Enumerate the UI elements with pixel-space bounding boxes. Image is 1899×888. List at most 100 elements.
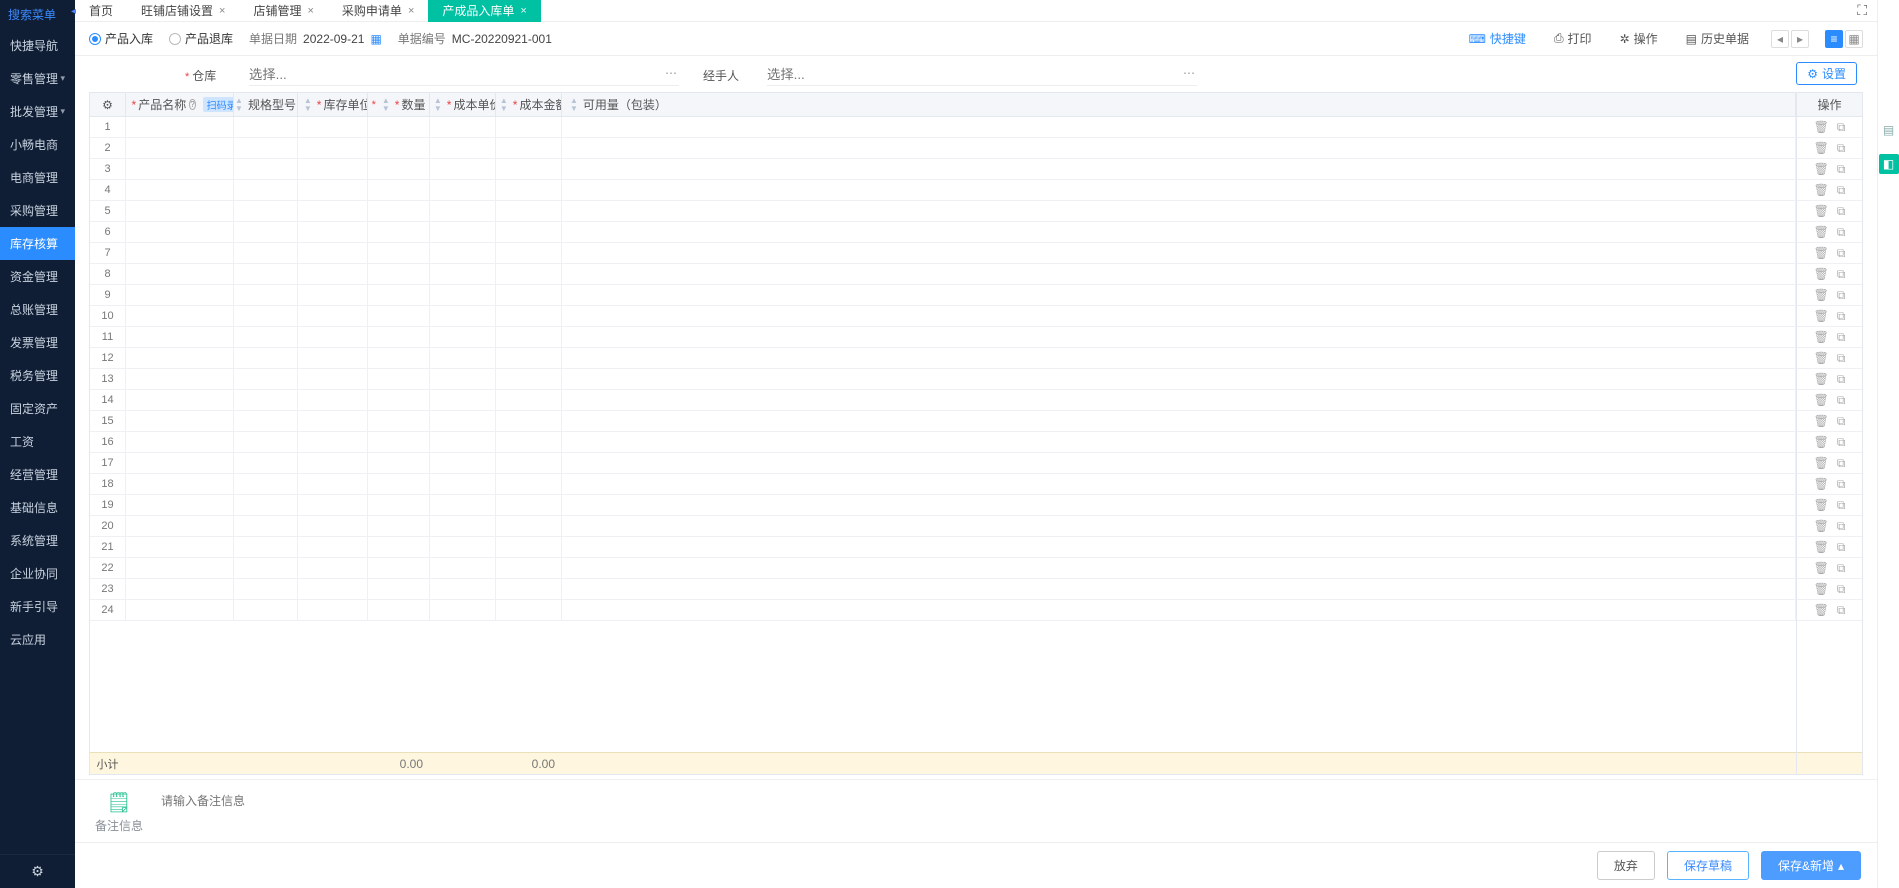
save-draft-button[interactable]: 保存草稿	[1667, 851, 1749, 880]
table-row[interactable]: 17	[90, 453, 1796, 474]
cell-avail[interactable]	[562, 222, 1796, 242]
cell-avail[interactable]	[562, 243, 1796, 263]
rail-tag-icon[interactable]: ◧	[1879, 154, 1899, 174]
col-product[interactable]: ▲▼产品名称?扫码录入	[126, 93, 234, 116]
cell-product[interactable]	[126, 558, 234, 578]
cell-qty[interactable]	[368, 285, 430, 305]
close-icon[interactable]: ×	[219, 0, 225, 22]
sidebar-item-10[interactable]: 税务管理	[0, 359, 75, 392]
cell-spec[interactable]	[234, 495, 298, 515]
copy-row-icon[interactable]: ⧉	[1837, 330, 1846, 345]
prev-doc-button[interactable]: ◂	[1771, 30, 1789, 48]
cell-amount[interactable]	[496, 201, 562, 221]
cell-spec[interactable]	[234, 369, 298, 389]
cell-product[interactable]	[126, 369, 234, 389]
col-price[interactable]: ▲▼成本单价	[430, 93, 496, 116]
cell-product[interactable]	[126, 453, 234, 473]
table-row[interactable]: 13	[90, 369, 1796, 390]
table-row[interactable]: 20	[90, 516, 1796, 537]
sidebar-item-16[interactable]: 企业协同	[0, 557, 75, 590]
cell-avail[interactable]	[562, 180, 1796, 200]
cell-price[interactable]	[430, 369, 496, 389]
cell-unit[interactable]	[298, 159, 368, 179]
copy-row-icon[interactable]: ⧉	[1837, 204, 1846, 219]
tab-3[interactable]: 采购申请单×	[328, 0, 428, 22]
delete-row-icon[interactable]: 🗑	[1814, 351, 1829, 365]
cell-price[interactable]	[430, 390, 496, 410]
sidebar-item-12[interactable]: 工资	[0, 425, 75, 458]
cell-qty[interactable]	[368, 327, 430, 347]
col-amount[interactable]: ▲▼成本金额	[496, 93, 562, 116]
print-button[interactable]: ⎙打印	[1548, 28, 1598, 49]
cell-qty[interactable]	[368, 390, 430, 410]
sidebar-item-3[interactable]: 小畅电商	[0, 128, 75, 161]
sidebar-item-0[interactable]: 快捷导航	[0, 29, 75, 62]
cell-avail[interactable]	[562, 327, 1796, 347]
cell-spec[interactable]	[234, 516, 298, 536]
history-button[interactable]: ▤历史单据	[1680, 28, 1755, 49]
cell-spec[interactable]	[234, 264, 298, 284]
table-row[interactable]: 22	[90, 558, 1796, 579]
cell-amount[interactable]	[496, 117, 562, 137]
cell-unit[interactable]	[298, 348, 368, 368]
cell-price[interactable]	[430, 138, 496, 158]
sidebar-item-15[interactable]: 系统管理	[0, 524, 75, 557]
delete-row-icon[interactable]: 🗑	[1814, 393, 1829, 407]
delete-row-icon[interactable]: 🗑	[1814, 435, 1829, 449]
cell-qty[interactable]	[368, 600, 430, 620]
table-row[interactable]: 15	[90, 411, 1796, 432]
cell-product[interactable]	[126, 390, 234, 410]
cell-spec[interactable]	[234, 390, 298, 410]
copy-row-icon[interactable]: ⧉	[1837, 141, 1846, 156]
table-row[interactable]: 1	[90, 117, 1796, 138]
cell-product[interactable]	[126, 537, 234, 557]
copy-row-icon[interactable]: ⧉	[1837, 351, 1846, 366]
sidebar-item-9[interactable]: 发票管理	[0, 326, 75, 359]
shortcut-button[interactable]: ⌨快捷键	[1463, 28, 1532, 49]
cell-avail[interactable]	[562, 432, 1796, 452]
maximize-button[interactable]: ⛶	[1847, 2, 1877, 19]
cell-spec[interactable]	[234, 579, 298, 599]
cell-unit[interactable]	[298, 243, 368, 263]
grid-body[interactable]: 123456789101112131415161718192021222324	[90, 117, 1796, 752]
cell-qty[interactable]	[368, 453, 430, 473]
copy-row-icon[interactable]: ⧉	[1837, 267, 1846, 282]
close-icon[interactable]: ×	[520, 0, 526, 22]
cell-product[interactable]	[126, 138, 234, 158]
cell-product[interactable]	[126, 327, 234, 347]
cell-amount[interactable]	[496, 390, 562, 410]
cell-avail[interactable]	[562, 138, 1796, 158]
cell-amount[interactable]	[496, 348, 562, 368]
cell-amount[interactable]	[496, 411, 562, 431]
cell-unit[interactable]	[298, 390, 368, 410]
copy-row-icon[interactable]: ⧉	[1837, 519, 1846, 534]
next-doc-button[interactable]: ▸	[1791, 30, 1809, 48]
cell-unit[interactable]	[298, 264, 368, 284]
cell-price[interactable]	[430, 243, 496, 263]
cell-qty[interactable]	[368, 138, 430, 158]
radio-product-in[interactable]: 产品入库	[89, 30, 153, 47]
cell-avail[interactable]	[562, 264, 1796, 284]
sidebar-item-11[interactable]: 固定资产	[0, 392, 75, 425]
cell-qty[interactable]	[368, 411, 430, 431]
table-row[interactable]: 3	[90, 159, 1796, 180]
cell-spec[interactable]	[234, 201, 298, 221]
table-row[interactable]: 23	[90, 579, 1796, 600]
cell-qty[interactable]	[368, 369, 430, 389]
cell-product[interactable]	[126, 474, 234, 494]
cell-unit[interactable]	[298, 600, 368, 620]
copy-row-icon[interactable]: ⧉	[1837, 540, 1846, 555]
radio-product-out[interactable]: 产品退库	[169, 30, 233, 47]
delete-row-icon[interactable]: 🗑	[1814, 603, 1829, 617]
cell-amount[interactable]	[496, 474, 562, 494]
table-row[interactable]: 5	[90, 201, 1796, 222]
cell-avail[interactable]	[562, 600, 1796, 620]
cell-qty[interactable]	[368, 222, 430, 242]
sidebar-item-18[interactable]: 云应用	[0, 623, 75, 656]
cell-unit[interactable]	[298, 516, 368, 536]
cell-price[interactable]	[430, 516, 496, 536]
cell-price[interactable]	[430, 432, 496, 452]
cell-product[interactable]	[126, 117, 234, 137]
delete-row-icon[interactable]: 🗑	[1814, 204, 1829, 218]
cell-avail[interactable]	[562, 558, 1796, 578]
